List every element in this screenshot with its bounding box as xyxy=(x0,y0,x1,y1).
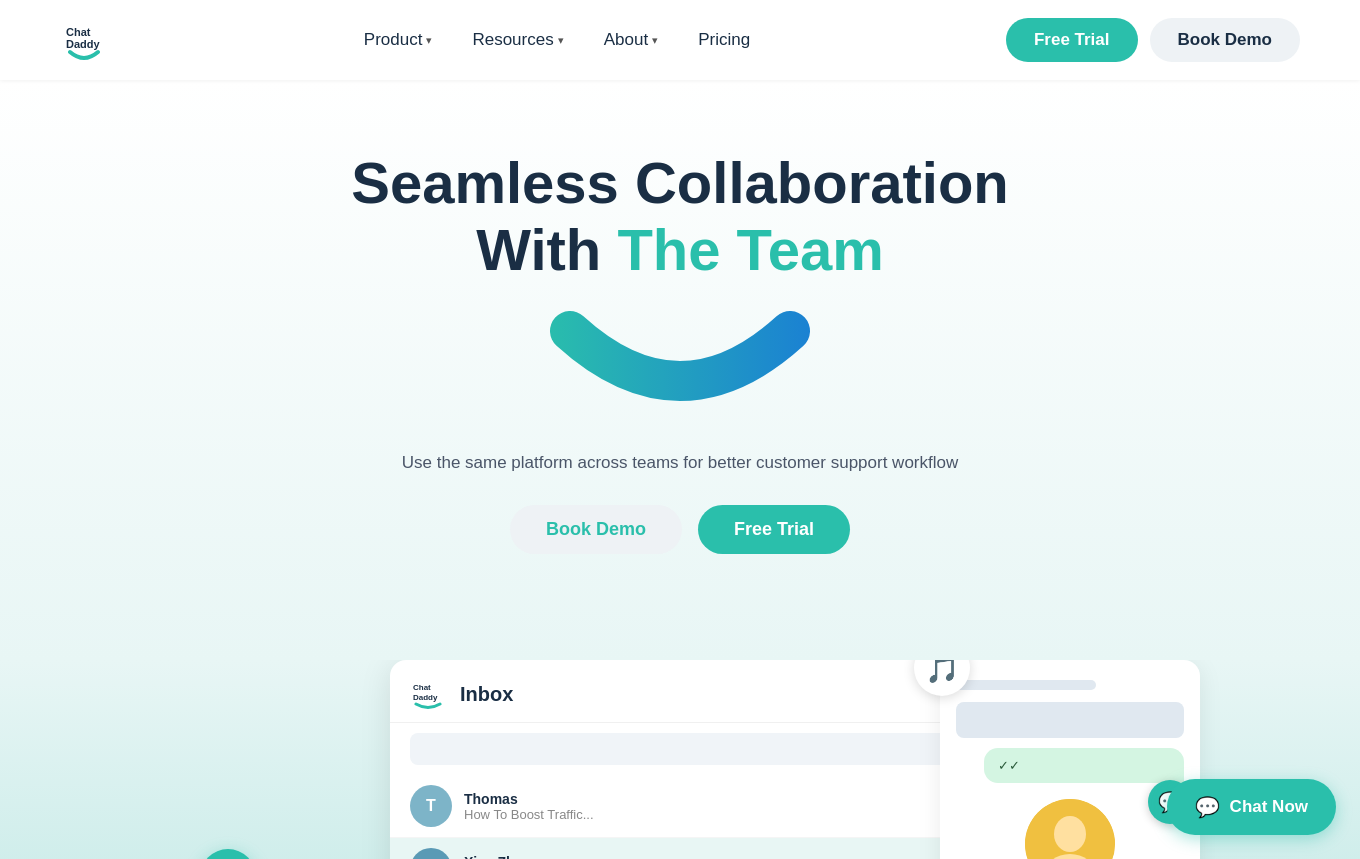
navbar: Chat Daddy Product ▾ Resources ▾ About ▾ xyxy=(0,0,1360,80)
right-panel-bar2 xyxy=(956,702,1184,738)
chat-bubble: ✓✓ xyxy=(984,748,1184,783)
svg-point-5 xyxy=(1054,816,1086,852)
free-trial-hero-button[interactable]: Free Trial xyxy=(698,505,850,554)
logo-icon: Chat Daddy xyxy=(60,16,108,64)
chevron-down-icon: ▾ xyxy=(426,34,432,47)
right-panel-avatar xyxy=(1025,799,1115,859)
book-demo-hero-button[interactable]: Book Demo xyxy=(510,505,682,554)
navbar-actions: Free Trial Book Demo xyxy=(1006,18,1300,62)
hero-smile-graphic xyxy=(540,301,820,431)
inbox-item-thomas-info: Thomas How To Boost Traffic... xyxy=(464,791,594,822)
nav-product[interactable]: Product ▾ xyxy=(348,22,449,58)
right-panel-bar1 xyxy=(956,680,1096,690)
chevron-down-icon: ▾ xyxy=(558,34,564,47)
inbox-title: Inbox xyxy=(460,683,513,706)
nav-about[interactable]: About ▾ xyxy=(588,22,674,58)
inbox-item-thomas[interactable]: T Thomas How To Boost Traffic... xyxy=(390,775,970,838)
free-trial-button[interactable]: Free Trial xyxy=(1006,18,1138,62)
chevron-down-icon: ▾ xyxy=(652,34,658,47)
inbox-card: Chat Daddy Inbox T Thomas How To Boost T… xyxy=(390,660,970,859)
preview-section: 💬 🎵 Chat Daddy Inbox T Thomas How To B xyxy=(0,660,1360,859)
chat-widget-float[interactable]: 💬 xyxy=(200,849,256,859)
avatar-xian: X xyxy=(410,848,452,859)
svg-text:Chat: Chat xyxy=(66,26,91,38)
whatsapp-icon: 💬 xyxy=(1195,795,1220,819)
svg-text:Daddy: Daddy xyxy=(413,693,438,702)
hero-title: Seamless Collaboration With The Team xyxy=(280,150,1080,283)
preview-container: 💬 🎵 Chat Daddy Inbox T Thomas How To B xyxy=(130,660,1230,859)
person-avatar-icon xyxy=(1025,799,1115,859)
right-panel: ✓✓ 💬 xyxy=(940,660,1200,859)
logo[interactable]: Chat Daddy xyxy=(60,16,108,64)
nav-menu: Product ▾ Resources ▾ About ▾ Pricing xyxy=(348,22,766,58)
svg-text:Daddy: Daddy xyxy=(66,38,101,50)
avatar-thomas: T xyxy=(410,785,452,827)
book-demo-nav-button[interactable]: Book Demo xyxy=(1150,18,1300,62)
inbox-search-bar[interactable] xyxy=(410,733,950,765)
nav-pricing[interactable]: Pricing xyxy=(682,22,766,58)
inbox-logo-icon: Chat Daddy xyxy=(410,676,446,712)
svg-text:Chat: Chat xyxy=(413,683,431,692)
inbox-item-xian-info: Xian Zhou Internet Banner... xyxy=(464,854,564,860)
chat-now-button[interactable]: 💬 Chat Now xyxy=(1167,779,1336,835)
inbox-header: Chat Daddy Inbox xyxy=(390,660,970,723)
hero-cta-buttons: Book Demo Free Trial xyxy=(20,505,1340,554)
hero-section: Seamless Collaboration With The Team Use… xyxy=(0,80,1360,660)
inbox-item-xian[interactable]: X Xian Zhou Internet Banner... xyxy=(390,838,970,859)
hero-subtitle: Use the same platform across teams for b… xyxy=(400,453,960,473)
nav-resources[interactable]: Resources ▾ xyxy=(456,22,579,58)
